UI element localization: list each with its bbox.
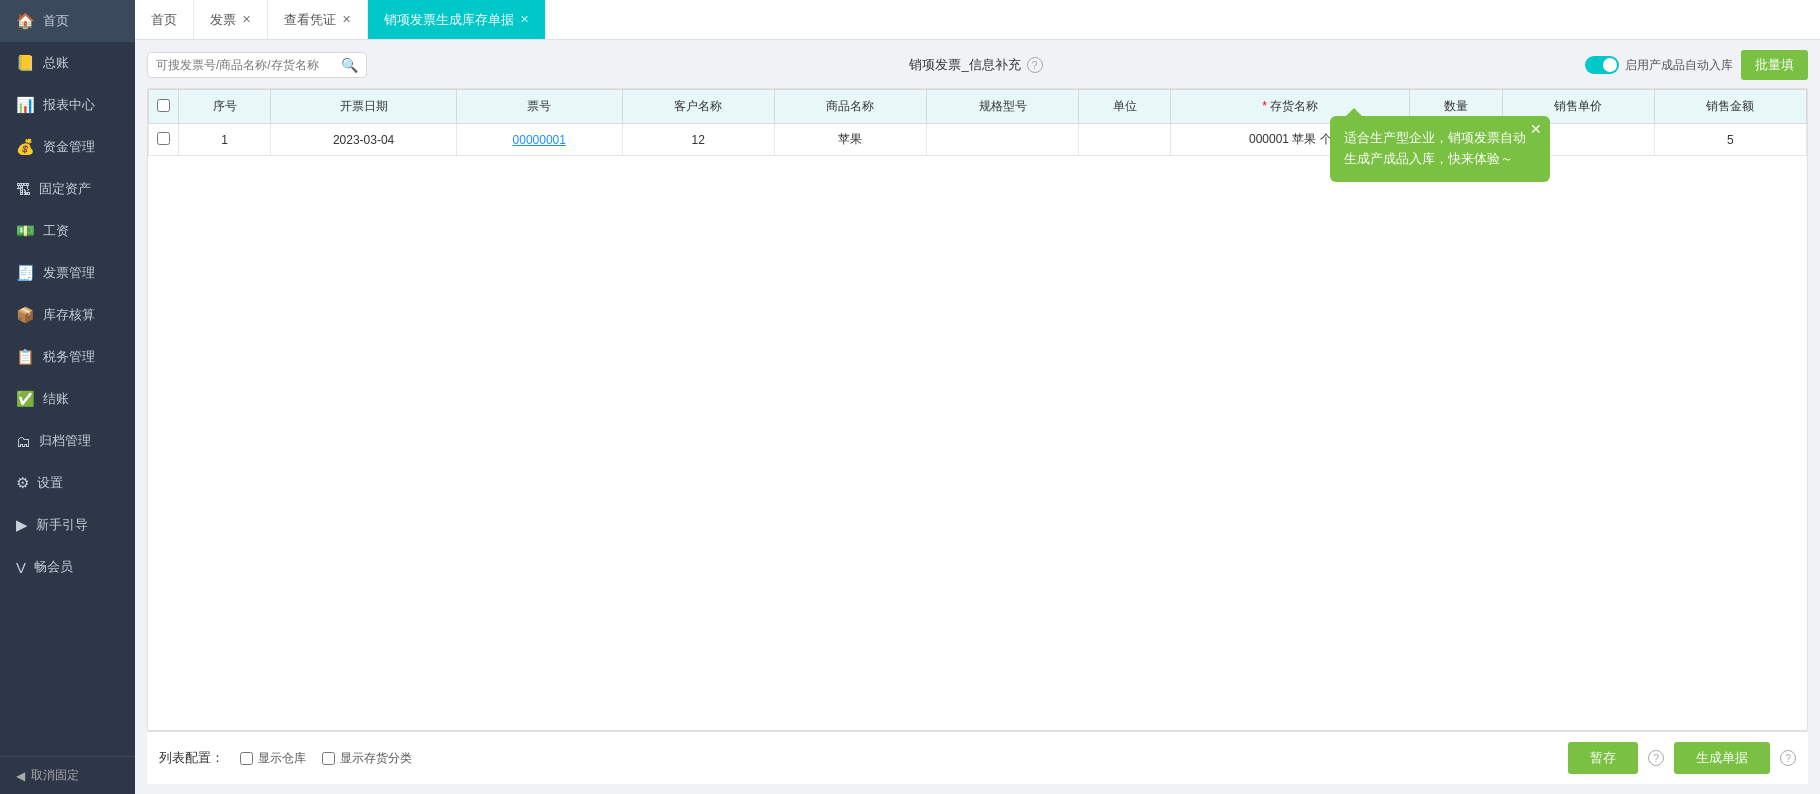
- show-warehouse-checkbox[interactable]: [240, 752, 253, 765]
- header-product: 商品名称: [774, 90, 926, 124]
- tab-create-stock[interactable]: 销项发票生成库存单据 ✕: [368, 0, 546, 39]
- toolbar-right: 启用产成品自动入库 批量填: [1585, 50, 1808, 80]
- toggle-track[interactable]: [1585, 56, 1619, 74]
- tab-home[interactable]: 首页: [135, 0, 194, 39]
- sidebar-item-tax[interactable]: 📋 税务管理: [0, 336, 135, 378]
- toolbar-center: 销项发票_信息补充 ?: [377, 56, 1575, 74]
- close-voucher-tab-icon[interactable]: ✕: [342, 13, 351, 26]
- row-unit: [1079, 124, 1171, 156]
- sidebar-item-invoice[interactable]: 🧾 发票管理: [0, 252, 135, 294]
- save-info-icon[interactable]: ?: [1648, 750, 1664, 766]
- toolbar-row: 🔍 销项发票_信息补充 ? 启用产成品自动入库 批量填: [147, 50, 1808, 80]
- inventory-icon: 📦: [16, 306, 35, 324]
- config-label: 列表配置：: [159, 749, 224, 767]
- report-icon: 📊: [16, 96, 35, 114]
- bottom-actions: 暂存 ? 生成单据 ?: [1568, 742, 1796, 774]
- toggle-switch[interactable]: 启用产成品自动入库: [1585, 56, 1733, 74]
- tab-bar: 首页 发票 ✕ 查看凭证 ✕ 销项发票生成库存单据 ✕: [135, 0, 1820, 40]
- show-category-label[interactable]: 显示存货分类: [322, 750, 412, 767]
- close-invoice-tab-icon[interactable]: ✕: [242, 13, 251, 26]
- settle-icon: ✅: [16, 390, 35, 408]
- ledger-icon: 📒: [16, 54, 35, 72]
- row-product: 苹果: [774, 124, 926, 156]
- sidebar-item-fixed-asset[interactable]: 🏗 固定资产: [0, 168, 135, 210]
- table-body: 1 2023-03-04 00000001 12 苹果 000001 苹果 个 …: [149, 124, 1807, 156]
- sidebar-item-settings[interactable]: ⚙ 设置: [0, 462, 135, 504]
- tooltip-arrow: [1346, 108, 1362, 116]
- header-seq: 序号: [179, 90, 271, 124]
- search-wrap: 🔍: [147, 52, 367, 78]
- select-all-checkbox[interactable]: [157, 99, 170, 112]
- row-spec: [926, 124, 1078, 156]
- main-content: 首页 发票 ✕ 查看凭证 ✕ 销项发票生成库存单据 ✕ 🔍 销项发票_信息补充 …: [135, 0, 1820, 794]
- row-seq: 1: [179, 124, 271, 156]
- search-input[interactable]: [156, 58, 335, 72]
- tab-invoice[interactable]: 发票 ✕: [194, 0, 268, 39]
- sidebar-item-home[interactable]: 🏠 首页: [0, 0, 135, 42]
- row-amount: 5: [1654, 124, 1806, 156]
- save-button[interactable]: 暂存: [1568, 742, 1638, 774]
- bottom-bar: 列表配置： 显示仓库 显示存货分类 暂存 ? 生成单据 ?: [147, 731, 1808, 784]
- vip-icon: V: [16, 559, 26, 576]
- tax-icon: 📋: [16, 348, 35, 366]
- fixed-asset-icon: 🏗: [16, 181, 31, 198]
- search-icon[interactable]: 🔍: [341, 57, 358, 73]
- sidebar: 🏠 首页 📒 总账 📊 报表中心 💰 资金管理 🏗 固定资产 💵 工资 🧾 发票…: [0, 0, 135, 794]
- data-table: 序号 开票日期 票号 客户名称 商品名称 规格型号 单位 * 存货名称 数量 销…: [148, 89, 1807, 156]
- fund-icon: 💰: [16, 138, 35, 156]
- sidebar-item-payroll[interactable]: 💵 工资: [0, 210, 135, 252]
- sidebar-item-report[interactable]: 📊 报表中心: [0, 84, 135, 126]
- tooltip-close-button[interactable]: ✕: [1530, 122, 1542, 136]
- header-checkbox-cell: [149, 90, 179, 124]
- row-checkbox-cell: [149, 124, 179, 156]
- tooltip-text: 适合生产型企业，销项发票自动生成产成品入库，快来体验～: [1344, 130, 1526, 166]
- batch-fill-button[interactable]: 批量填: [1741, 50, 1808, 80]
- tab-voucher[interactable]: 查看凭证 ✕: [268, 0, 368, 39]
- sidebar-item-inventory[interactable]: 📦 库存核算: [0, 294, 135, 336]
- sidebar-item-guide[interactable]: ▶ 新手引导: [0, 504, 135, 546]
- toggle-label: 启用产成品自动入库: [1625, 57, 1733, 74]
- sidebar-item-settle[interactable]: ✅ 结账: [0, 378, 135, 420]
- generate-button[interactable]: 生成单据: [1674, 742, 1770, 774]
- guide-icon: ▶: [16, 516, 28, 534]
- header-number: 票号: [456, 90, 622, 124]
- row-date: 2023-03-04: [271, 124, 457, 156]
- show-category-checkbox[interactable]: [322, 752, 335, 765]
- table-header-row: 序号 开票日期 票号 客户名称 商品名称 规格型号 单位 * 存货名称 数量 销…: [149, 90, 1807, 124]
- page-content: 🔍 销项发票_信息补充 ? 启用产成品自动入库 批量填: [135, 40, 1820, 794]
- data-table-wrap: 序号 开票日期 票号 客户名称 商品名称 规格型号 单位 * 存货名称 数量 销…: [147, 88, 1808, 731]
- pin-icon: ◀: [16, 769, 25, 783]
- row-checkbox[interactable]: [157, 132, 170, 145]
- sidebar-item-vip[interactable]: V 畅会员: [0, 546, 135, 588]
- settings-icon: ⚙: [16, 474, 29, 492]
- archive-icon: 🗂: [16, 433, 31, 450]
- toggle-thumb: [1603, 58, 1617, 72]
- header-spec: 规格型号: [926, 90, 1078, 124]
- row-customer: 12: [622, 124, 774, 156]
- sidebar-unpin-button[interactable]: ◀ 取消固定: [0, 756, 135, 794]
- show-warehouse-label[interactable]: 显示仓库: [240, 750, 306, 767]
- sidebar-item-fund[interactable]: 💰 资金管理: [0, 126, 135, 168]
- center-label: 销项发票_信息补充: [909, 56, 1020, 74]
- header-amount: 销售金额: [1654, 90, 1806, 124]
- header-unit: 单位: [1079, 90, 1171, 124]
- payroll-icon: 💵: [16, 222, 35, 240]
- invoice-icon: 🧾: [16, 264, 35, 282]
- info-icon[interactable]: ?: [1027, 57, 1043, 73]
- home-icon: 🏠: [16, 12, 35, 30]
- tooltip-box: ✕ 适合生产型企业，销项发票自动生成产成品入库，快来体验～: [1330, 116, 1550, 182]
- sidebar-item-ledger[interactable]: 📒 总账: [0, 42, 135, 84]
- header-date: 开票日期: [271, 90, 457, 124]
- generate-info-icon[interactable]: ?: [1780, 750, 1796, 766]
- close-create-stock-tab-icon[interactable]: ✕: [520, 13, 529, 26]
- sidebar-item-archive[interactable]: 🗂 归档管理: [0, 420, 135, 462]
- row-number[interactable]: 00000001: [456, 124, 622, 156]
- header-customer: 客户名称: [622, 90, 774, 124]
- tooltip-container: ✕ 适合生产型企业，销项发票自动生成产成品入库，快来体验～: [1330, 116, 1550, 182]
- table-row: 1 2023-03-04 00000001 12 苹果 000001 苹果 个 …: [149, 124, 1807, 156]
